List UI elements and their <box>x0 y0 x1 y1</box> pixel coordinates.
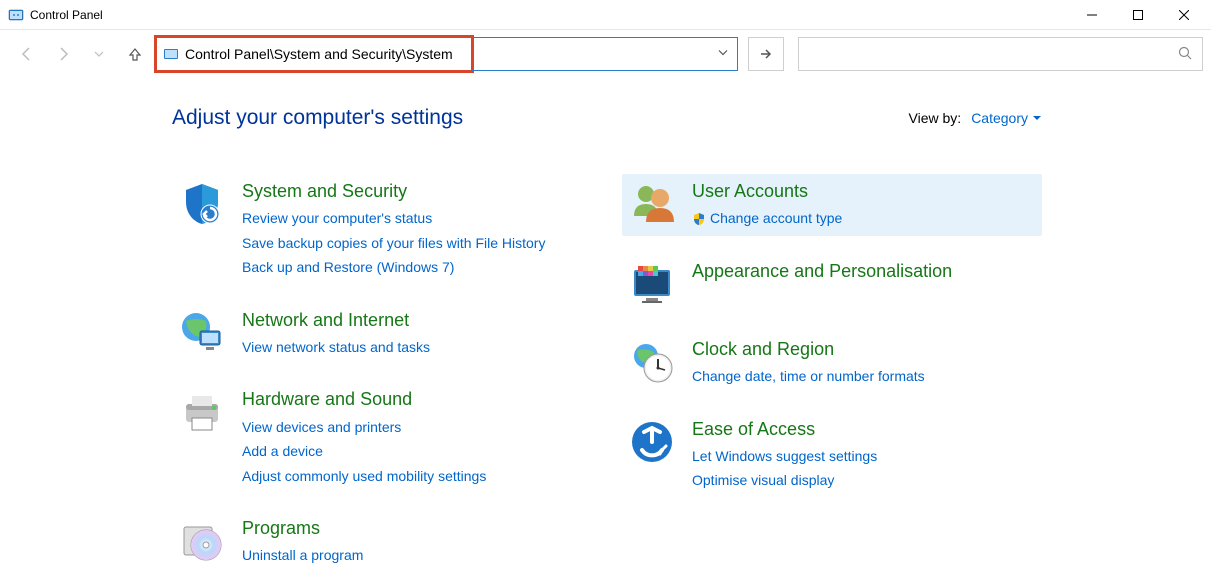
address-bar[interactable]: Control Panel\System and Security\System <box>156 37 472 71</box>
categories-col-right: User Accounts Change account type <box>622 174 1042 573</box>
category-link[interactable]: Optimise visual display <box>692 469 877 491</box>
category-link[interactable]: Add a device <box>242 440 486 462</box>
search-icon <box>1178 46 1192 63</box>
content-area: Adjust your computer's settings View by:… <box>0 78 1211 573</box>
maximize-button[interactable] <box>1115 0 1161 30</box>
category-user-accounts[interactable]: User Accounts Change account type <box>622 174 1042 236</box>
category-link[interactable]: Adjust commonly used mobility settings <box>242 465 486 487</box>
category-title[interactable]: Hardware and Sound <box>242 388 486 411</box>
category-link[interactable]: Review your computer's status <box>242 207 545 229</box>
category-ease-of-access[interactable]: Ease of Access Let Windows suggest setti… <box>622 412 1042 498</box>
page-title: Adjust your computer's settings <box>172 106 463 130</box>
category-link[interactable]: Uninstall a program <box>242 544 363 566</box>
titlebar: Control Panel <box>0 0 1211 30</box>
search-input[interactable] <box>798 37 1203 71</box>
category-link[interactable]: Back up and Restore (Windows 7) <box>242 256 545 278</box>
address-bar-row: Control Panel\System and Security\System <box>0 30 1211 78</box>
category-title[interactable]: Clock and Region <box>692 338 925 361</box>
categories-col-left: System and Security Review your computer… <box>172 174 592 573</box>
category-title[interactable]: Network and Internet <box>242 309 430 332</box>
close-button[interactable] <box>1161 0 1207 30</box>
category-link[interactable]: Change account type <box>692 207 842 229</box>
category-link[interactable]: View devices and printers <box>242 416 486 438</box>
category-title[interactable]: Programs <box>242 517 363 540</box>
category-system-security[interactable]: System and Security Review your computer… <box>172 174 592 285</box>
app-icon <box>8 7 24 23</box>
monitor-colors-icon <box>628 260 676 308</box>
view-by: View by: Category <box>909 110 1042 126</box>
view-by-value[interactable]: Category <box>971 110 1042 126</box>
shield-icon <box>178 180 226 228</box>
category-clock-region[interactable]: Clock and Region Change date, time or nu… <box>622 332 1042 394</box>
address-bar-icon <box>163 46 179 62</box>
uac-shield-icon <box>692 212 706 226</box>
chevron-down-icon[interactable] <box>717 47 729 62</box>
category-title[interactable]: System and Security <box>242 180 545 203</box>
forward-button[interactable] <box>48 39 78 69</box>
minimize-button[interactable] <box>1069 0 1115 30</box>
category-title[interactable]: User Accounts <box>692 180 842 203</box>
go-button[interactable] <box>748 37 784 71</box>
category-link[interactable]: Change date, time or number formats <box>692 365 925 387</box>
address-bar-extension[interactable] <box>472 37 738 71</box>
disc-icon <box>178 517 226 565</box>
settings-header: Adjust your computer's settings View by:… <box>172 106 1042 130</box>
category-link[interactable]: Save backup copies of your files with Fi… <box>242 232 545 254</box>
view-by-label: View by: <box>909 110 962 126</box>
users-icon <box>628 180 676 228</box>
category-programs[interactable]: Programs Uninstall a program <box>172 511 592 573</box>
category-link[interactable]: View network status and tasks <box>242 336 430 358</box>
category-link[interactable]: Let Windows suggest settings <box>692 445 877 467</box>
category-title[interactable]: Ease of Access <box>692 418 877 441</box>
category-title[interactable]: Appearance and Personalisation <box>692 260 952 283</box>
window-title: Control Panel <box>30 8 103 22</box>
address-path: Control Panel\System and Security\System <box>185 46 453 62</box>
recent-dropdown-icon[interactable] <box>84 39 114 69</box>
globe-network-icon <box>178 309 226 357</box>
back-button[interactable] <box>12 39 42 69</box>
category-network-internet[interactable]: Network and Internet View network status… <box>172 303 592 365</box>
dropdown-caret-icon <box>1032 113 1042 123</box>
ease-of-access-icon <box>628 418 676 466</box>
up-button[interactable] <box>120 39 150 69</box>
categories-grid: System and Security Review your computer… <box>172 174 1211 573</box>
clock-globe-icon <box>628 338 676 386</box>
category-hardware-sound[interactable]: Hardware and Sound View devices and prin… <box>172 382 592 493</box>
printer-icon <box>178 388 226 436</box>
category-appearance[interactable]: Appearance and Personalisation <box>622 254 1042 314</box>
